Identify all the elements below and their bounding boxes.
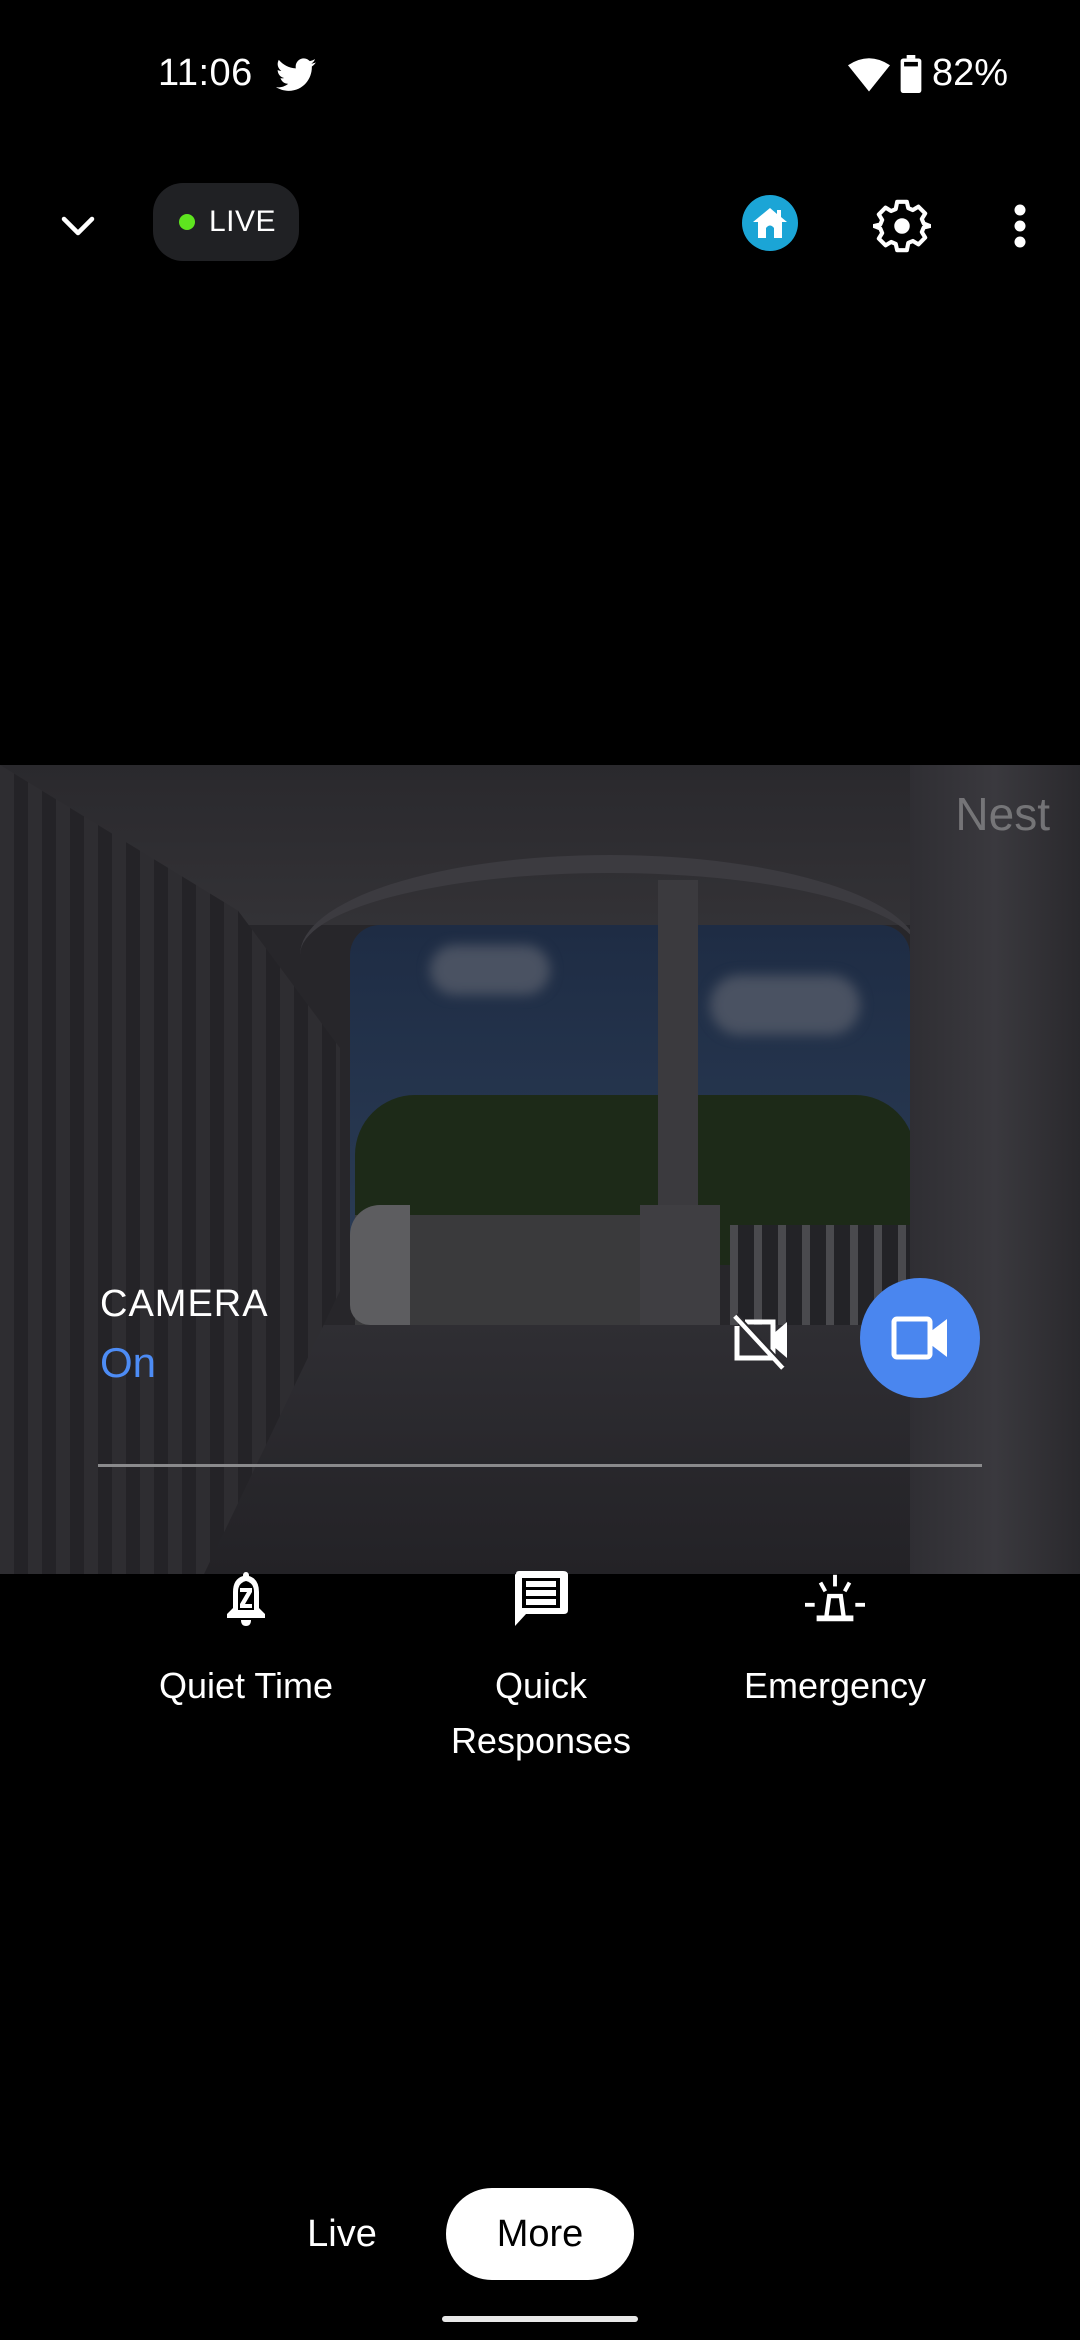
gesture-home-indicator[interactable]: [442, 2316, 638, 2322]
settings-button[interactable]: [872, 196, 932, 256]
status-time: 11:06: [158, 52, 253, 94]
battery-icon: [900, 54, 922, 93]
nest-home-button[interactable]: [742, 195, 798, 251]
overflow-menu-button[interactable]: [1000, 196, 1040, 256]
camera-live-feed[interactable]: Nest CAMERA On: [0, 765, 1080, 1574]
feed-cloud: [710, 975, 860, 1035]
status-right: 82%: [847, 52, 1008, 95]
tab-more[interactable]: More: [446, 2188, 634, 2280]
live-status-chip[interactable]: LIVE: [153, 183, 299, 261]
feed-pillar-base: [640, 1205, 720, 1345]
siren-icon: [805, 1574, 865, 1622]
feed-car: [350, 1205, 410, 1325]
bottom-tab-bar: Live More: [0, 2188, 1080, 2280]
camera-label: CAMERA: [100, 1283, 269, 1325]
wifi-icon: [847, 57, 890, 91]
quiet-time-label: Quiet Time: [158, 1665, 334, 1706]
nest-watermark: Nest: [955, 788, 1050, 840]
feed-door-frame: [910, 765, 1080, 1574]
quick-responses-button[interactable]: Quick Responses: [391, 1560, 691, 1768]
top-app-bar: LIVE: [0, 180, 1080, 270]
camera-on-button[interactable]: [860, 1278, 980, 1398]
camera-off-button[interactable]: [728, 1307, 796, 1375]
chat-lines-icon: [515, 1571, 568, 1626]
videocam-off-icon: [733, 1313, 787, 1370]
camera-status: On: [100, 1339, 157, 1386]
quick-responses-label: Quick Responses: [450, 1665, 632, 1761]
more-vert-icon: [1014, 204, 1026, 248]
quick-actions: Quiet Time Quick Responses Emergency: [0, 1560, 1080, 1790]
gear-icon: [873, 199, 931, 253]
tab-live[interactable]: Live: [282, 2198, 402, 2270]
quiet-time-button[interactable]: Quiet Time: [96, 1560, 396, 1713]
videocam-icon: [891, 1316, 947, 1360]
emergency-label: Emergency: [743, 1665, 927, 1706]
camera-divider: [98, 1464, 982, 1467]
battery-percent: 82%: [931, 52, 1008, 94]
emergency-button[interactable]: Emergency: [685, 1560, 985, 1713]
status-bar: 11:06 82%: [0, 0, 1080, 150]
collapse-button[interactable]: [48, 202, 108, 250]
bell-z-icon: [227, 1572, 265, 1626]
live-indicator-dot: [179, 214, 195, 230]
twitter-icon: [276, 58, 316, 91]
nest-home-icon: [753, 208, 787, 238]
chevron-down-icon: [61, 216, 95, 236]
live-label: LIVE: [209, 205, 277, 238]
